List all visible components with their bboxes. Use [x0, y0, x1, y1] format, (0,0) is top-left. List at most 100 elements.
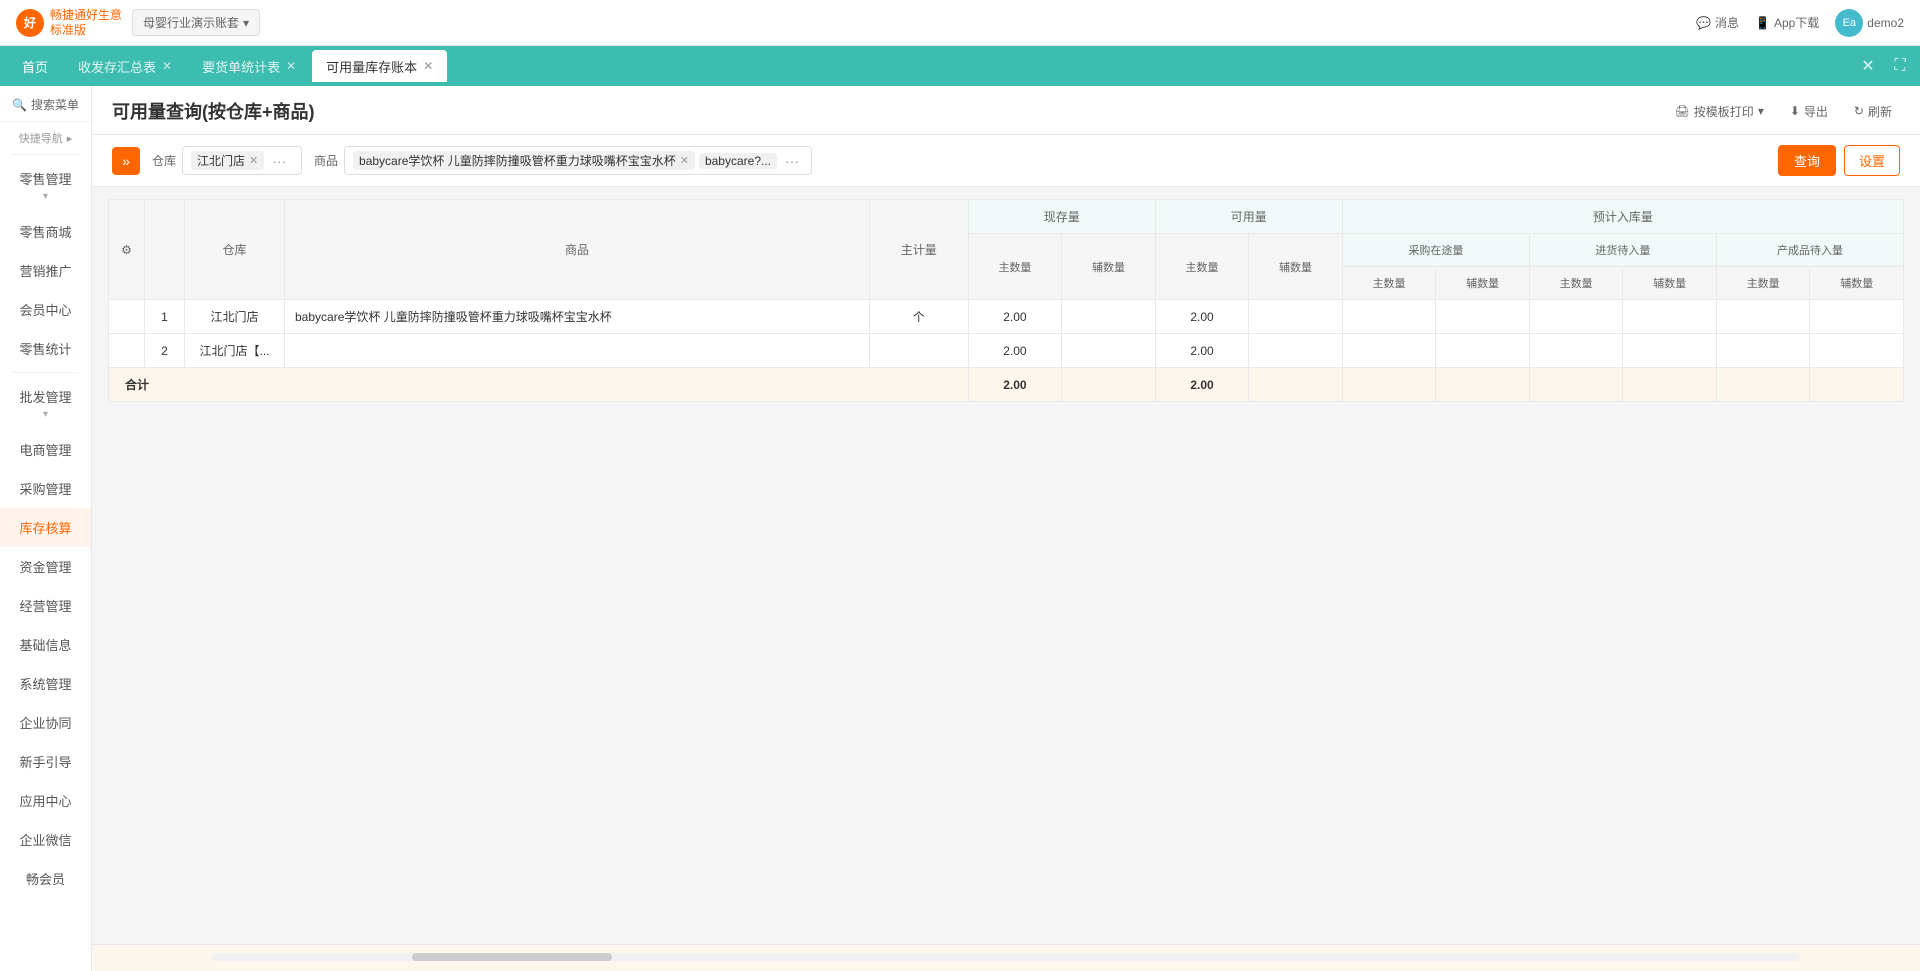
- cell-unit-1: 个: [869, 300, 968, 334]
- warehouse-more[interactable]: ···: [268, 153, 290, 169]
- sidebar-item-ecommerce[interactable]: 电商管理: [0, 430, 91, 469]
- sidebar-item-purchase-mgmt[interactable]: 采购管理: [0, 469, 91, 508]
- cell-num-2: 2: [145, 334, 185, 368]
- tab-close-order-stats[interactable]: ✕: [286, 59, 296, 73]
- cell-stock-aux-1: [1062, 300, 1156, 334]
- logo-area: 好 畅捷通好生意 标准版: [16, 8, 122, 37]
- search-menu-btn[interactable]: 🔍 搜索菜单: [0, 86, 91, 122]
- sidebar-divider-1: [12, 154, 79, 155]
- filter-row: » 仓库 江北门店 ✕ ··· 商品 babycare学饮杯 儿童防摔防撞吸管杯…: [92, 135, 1920, 187]
- sidebar-item-wholesale-mgmt[interactable]: 批发管理 ▾: [0, 377, 91, 430]
- page-header: 可用量查询(按仓库+商品) 🖨 按模板打印 ▾ ⬇ 导出 ↻ 刷新: [92, 86, 1920, 135]
- cell-stock-main-1: 2.00: [968, 300, 1062, 334]
- cell-stock-main-2: 2.00: [968, 334, 1062, 368]
- col-stock-group-header: 现存量: [968, 200, 1155, 234]
- col-row-num: [145, 200, 185, 300]
- app-download-btn[interactable]: 📱 App下载: [1755, 14, 1819, 31]
- cell-production-main-2: [1716, 334, 1810, 368]
- tab-available-inventory[interactable]: 可用量库存账本 ✕: [312, 50, 447, 82]
- horizontal-scrollbar[interactable]: [212, 953, 1800, 961]
- page-actions: 🖨 按模板打印 ▾ ⬇ 导出 ↻ 刷新: [1667, 99, 1900, 124]
- product-input[interactable]: babycare学饮杯 儿童防摔防撞吸管杯重力球吸嘴杯宝宝水杯 ✕ babyca…: [344, 146, 812, 175]
- cell-production-aux-2: [1810, 334, 1904, 368]
- tab-close-stock-summary[interactable]: ✕: [162, 59, 172, 73]
- cell-warehouse-1: 江北门店: [185, 300, 285, 334]
- sidebar-item-sys-mgmt[interactable]: 系统管理: [0, 664, 91, 703]
- sidebar-item-retail-stats[interactable]: 零售统计: [0, 329, 91, 368]
- content-area: 可用量查询(按仓库+商品) 🖨 按模板打印 ▾ ⬇ 导出 ↻ 刷新: [92, 86, 1920, 971]
- user-menu[interactable]: Ea demo2: [1835, 9, 1904, 37]
- col-production-main-header: 主数量: [1716, 267, 1810, 300]
- export-btn[interactable]: ⬇ 导出: [1782, 99, 1836, 124]
- tab-order-stats[interactable]: 要货单统计表 ✕: [188, 50, 310, 82]
- sidebar-item-retail-mgmt[interactable]: 零售管理 ▾: [0, 159, 91, 212]
- tab-home[interactable]: 首页: [8, 50, 62, 82]
- cell-warehouse-2: 江北门店【...: [185, 334, 285, 368]
- col-purchase-group-header: 采购在途量: [1342, 234, 1529, 267]
- sidebar-item-finance[interactable]: 资金管理: [0, 547, 91, 586]
- table-footer: [92, 944, 1920, 971]
- product-tag-2: babycare?...: [699, 153, 777, 169]
- sidebar-item-app-center[interactable]: 应用中心: [0, 781, 91, 820]
- window-controls: ✕ ⛶: [1856, 54, 1912, 78]
- summary-stock-aux: [1062, 368, 1156, 402]
- expand-window-btn[interactable]: ⛶: [1888, 54, 1912, 78]
- close-window-btn[interactable]: ✕: [1856, 54, 1880, 78]
- summary-incoming-main: [1529, 368, 1623, 402]
- product-tag-1-close[interactable]: ✕: [680, 154, 689, 167]
- top-bar-right: 💬 消息 📱 App下载 Ea demo2: [1696, 9, 1904, 37]
- tab-close-available-inventory[interactable]: ✕: [423, 59, 433, 73]
- product-more[interactable]: ···: [781, 153, 803, 169]
- warehouse-input[interactable]: 江北门店 ✕ ···: [182, 146, 302, 175]
- nav-tabs: 首页 收发存汇总表 ✕ 要货单统计表 ✕ 可用量库存账本 ✕ ✕ ⛶: [0, 46, 1920, 86]
- logo-text: 畅捷通好生意 标准版: [50, 8, 122, 37]
- cell-available-main-2: 2.00: [1155, 334, 1249, 368]
- table-row: 1 江北门店 babycare学饮杯 儿童防摔防撞吸管杯重力球吸嘴杯宝宝水杯 个: [109, 300, 1904, 334]
- top-bar-left: 好 畅捷通好生意 标准版 母婴行业演示账套 ▾: [16, 8, 260, 37]
- col-production-group-header: 产成品待入量: [1716, 234, 1903, 267]
- sidebar-item-enterprise-wechat[interactable]: 企业微信: [0, 820, 91, 859]
- filter-toggle-btn[interactable]: »: [112, 147, 140, 175]
- col-gear[interactable]: ⚙: [109, 200, 145, 300]
- warehouse-tag-close[interactable]: ✕: [249, 154, 258, 167]
- logo-icon: 好: [16, 9, 44, 37]
- sidebar-item-retail-mall[interactable]: 零售商城: [0, 212, 91, 251]
- message-btn[interactable]: 💬 消息: [1696, 14, 1739, 31]
- warehouse-tag: 江北门店 ✕: [191, 151, 264, 170]
- sidebar-item-enterprise[interactable]: 企业协同: [0, 703, 91, 742]
- sidebar-item-member-center[interactable]: 会员中心: [0, 290, 91, 329]
- cell-purchase-main-1: [1342, 300, 1436, 334]
- top-bar: 好 畅捷通好生意 标准版 母婴行业演示账套 ▾ 💬 消息 📱 App下载 Ea …: [0, 0, 1920, 46]
- sidebar-item-marketing[interactable]: 营销推广: [0, 251, 91, 290]
- sidebar-item-vip[interactable]: 畅会员: [0, 859, 91, 898]
- cell-purchase-aux-1: [1436, 300, 1530, 334]
- sidebar-item-new-guide[interactable]: 新手引导: [0, 742, 91, 781]
- sidebar: 🔍 搜索菜单 快捷导航 ▸ 零售管理 ▾ 零售商城 营销推广 会员中心 零售统计…: [0, 86, 92, 971]
- sidebar-item-inventory[interactable]: 库存核算: [0, 508, 91, 547]
- refresh-icon: ↻: [1854, 104, 1864, 118]
- industry-selector[interactable]: 母婴行业演示账套 ▾: [132, 9, 260, 36]
- scrollbar-thumb[interactable]: [412, 953, 612, 961]
- tab-stock-summary[interactable]: 收发存汇总表 ✕: [64, 50, 186, 82]
- col-stock-main-header: 主数量: [968, 234, 1062, 300]
- col-warehouse-header: 仓库: [185, 200, 285, 300]
- sidebar-item-operations[interactable]: 经营管理: [0, 586, 91, 625]
- cell-num-1: 1: [145, 300, 185, 334]
- cell-incoming-aux-2: [1623, 334, 1717, 368]
- page-title: 可用量查询(按仓库+商品): [112, 98, 315, 124]
- cell-available-aux-2: [1249, 334, 1343, 368]
- col-unit-header: 主计量: [869, 200, 968, 300]
- sidebar-item-basic-info[interactable]: 基础信息: [0, 625, 91, 664]
- summary-production-aux: [1810, 368, 1904, 402]
- setting-btn[interactable]: 设置: [1844, 145, 1900, 176]
- col-available-main-header: 主数量: [1155, 234, 1249, 300]
- refresh-btn[interactable]: ↻ 刷新: [1846, 99, 1900, 124]
- quick-nav-label[interactable]: 快捷导航 ▸: [0, 122, 91, 150]
- summary-available-aux: [1249, 368, 1343, 402]
- message-icon: 💬: [1696, 16, 1711, 30]
- col-product-header: 商品: [285, 200, 870, 300]
- query-btn[interactable]: 查询: [1778, 145, 1836, 176]
- sidebar-divider-2: [12, 372, 79, 373]
- print-btn[interactable]: 🖨 按模板打印 ▾: [1667, 99, 1772, 124]
- col-incoming-aux-header: 辅数量: [1623, 267, 1717, 300]
